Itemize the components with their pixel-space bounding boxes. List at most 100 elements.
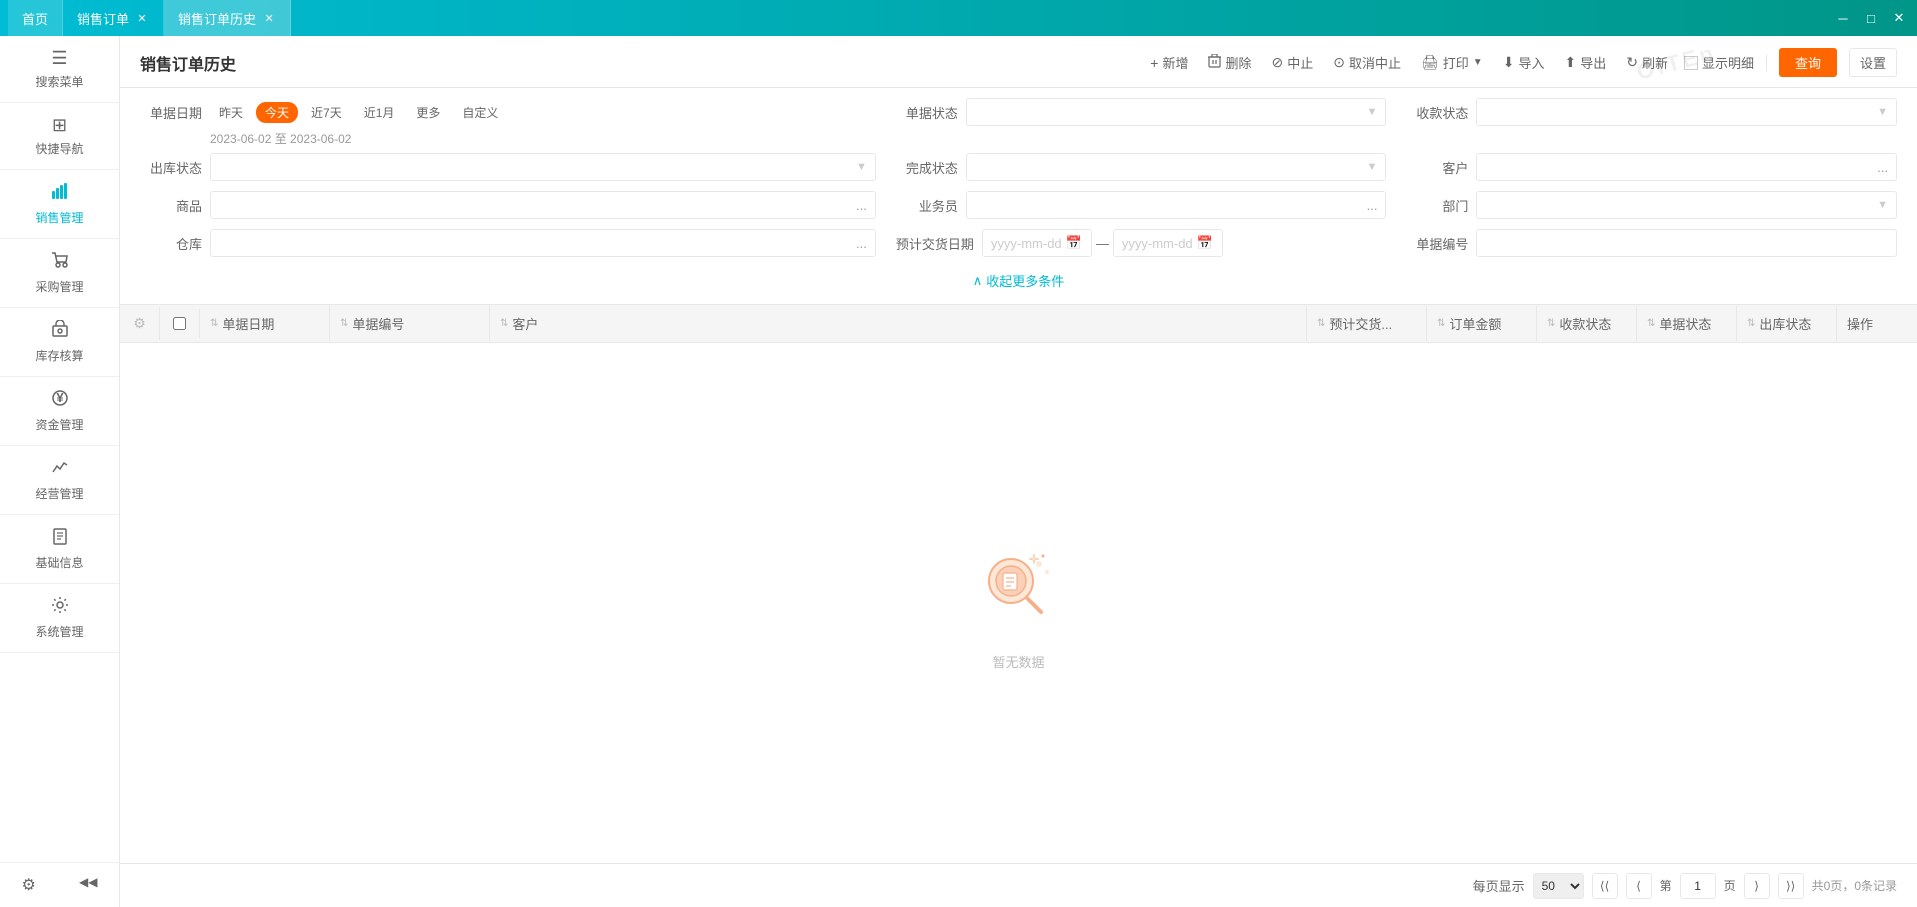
sales-order-history-tab-close[interactable]: ✕: [262, 11, 276, 25]
th-operation: 操作: [1837, 306, 1917, 341]
new-button[interactable]: + 新增: [1146, 53, 1192, 72]
department-select[interactable]: ▼: [1476, 191, 1897, 219]
sidebar-item-sys-mgmt[interactable]: 系统管理: [0, 584, 119, 653]
base-info-icon: [51, 527, 69, 550]
date-today-btn[interactable]: 今天: [256, 102, 298, 123]
first-page-button[interactable]: ⟨⟨: [1592, 873, 1618, 899]
filter-section-department: 部门 ▼: [1406, 191, 1897, 219]
sales-order-tab-close[interactable]: ✕: [135, 11, 149, 25]
collapse-more-conditions[interactable]: ∧ 收起更多条件: [140, 267, 1897, 294]
toolbar-divider: [1766, 55, 1767, 71]
import-button[interactable]: ⬇ 导入: [1499, 53, 1549, 72]
th-delivery-sort-icon[interactable]: ⇅: [1317, 318, 1325, 329]
date-custom-btn[interactable]: 自定义: [453, 102, 507, 123]
receipt-status-label: 收款状态: [1406, 103, 1476, 122]
date-more-btn[interactable]: 更多: [407, 102, 449, 123]
complete-status-label: 完成状态: [896, 158, 966, 177]
warehouse-status-select[interactable]: ▼: [210, 153, 876, 181]
sidebar-collapse-icon[interactable]: ◀◀: [79, 875, 97, 895]
salesperson-dots: ...: [1367, 198, 1378, 213]
sales-order-history-tab-label: 销售订单历史: [178, 9, 256, 28]
sidebar-item-inventory[interactable]: 库存核算: [0, 308, 119, 377]
window-close-icon[interactable]: ✕: [1889, 8, 1909, 28]
sidebar-item-base-info[interactable]: 基础信息: [0, 515, 119, 584]
window-minimize-icon[interactable]: ─: [1833, 8, 1853, 28]
settings-button[interactable]: 设置: [1849, 48, 1897, 77]
complete-status-select[interactable]: ▼: [966, 153, 1387, 181]
salesperson-input[interactable]: ...: [966, 191, 1387, 219]
query-button[interactable]: 查询: [1779, 48, 1837, 77]
stop-icon: ⊘: [1272, 54, 1284, 71]
sidebar-item-quick-nav[interactable]: ⊞ 快捷导航: [0, 103, 119, 170]
th-customer-label: 客户: [512, 314, 538, 333]
next-page-button[interactable]: ⟩: [1744, 873, 1770, 899]
delivery-date-to-input[interactable]: yyyy-mm-dd 📅: [1113, 229, 1223, 257]
th-status-sort-icon[interactable]: ⇅: [1647, 318, 1655, 329]
sidebar-item-capital[interactable]: ¥ 资金管理: [0, 377, 119, 446]
sys-mgmt-icon: [51, 596, 69, 619]
th-amount-sort-icon[interactable]: ⇅: [1437, 318, 1445, 329]
th-amount: ⇅ 订单金额: [1427, 306, 1537, 341]
warehouse-status-label: 出库状态: [140, 158, 210, 177]
total-records-info: 共0页，0条记录: [1812, 877, 1897, 894]
export-button[interactable]: ⬆ 导出: [1560, 53, 1610, 72]
display-columns-toggle[interactable]: 显示明细: [1684, 53, 1754, 72]
stop-button[interactable]: ⊘ 中止: [1268, 53, 1318, 72]
purchase-mgmt-icon: [51, 251, 69, 274]
th-checkbox[interactable]: [160, 309, 200, 338]
last-page-button[interactable]: ⟩⟩: [1778, 873, 1804, 899]
receipt-status-select[interactable]: ▼: [1476, 98, 1897, 126]
prev-page-button[interactable]: ⟨: [1626, 873, 1652, 899]
window-maximize-icon[interactable]: □: [1861, 8, 1881, 28]
date-last1m-btn[interactable]: 近1月: [355, 102, 404, 123]
doc-number-input[interactable]: [1476, 229, 1897, 257]
collapse-label: 收起更多条件: [986, 271, 1064, 290]
delivery-date-from-input[interactable]: yyyy-mm-dd 📅: [982, 229, 1092, 257]
filter-section-customer: 客户 ...: [1406, 153, 1897, 181]
product-input[interactable]: ...: [210, 191, 876, 219]
delivery-date-label: 预计交货日期: [896, 234, 982, 253]
th-gear[interactable]: ⚙: [120, 307, 160, 340]
per-page-select[interactable]: 50 10 20 100: [1533, 873, 1584, 899]
th-customer-sort-icon[interactable]: ⇅: [500, 318, 508, 329]
delete-button[interactable]: 删除: [1204, 53, 1255, 72]
th-order-sort-icon[interactable]: ⇅: [340, 318, 348, 329]
toolbar: + 新增 删除 ⊘ 中止 ⊙ 取消中止: [1146, 48, 1897, 77]
sidebar-item-sales-mgmt[interactable]: 销售管理: [0, 170, 119, 239]
th-receipt-sort-icon[interactable]: ⇅: [1547, 318, 1555, 329]
doc-status-select[interactable]: ▼: [966, 98, 1387, 126]
customer-input[interactable]: ...: [1476, 153, 1897, 181]
filter-row-1: 单据日期 昨天 今天 近7天 近1月 更多 自定义 单据状态: [140, 98, 1897, 126]
warehouse-input[interactable]: ...: [210, 229, 876, 257]
th-date-sort-icon[interactable]: ⇅: [210, 318, 218, 329]
import-label: 导入: [1518, 53, 1544, 72]
tab-sales-order-history[interactable]: 销售订单历史 ✕: [164, 0, 291, 36]
select-all-checkbox[interactable]: [173, 317, 186, 330]
capital-icon: ¥: [51, 389, 69, 412]
page-title: 销售订单历史: [140, 51, 236, 75]
sidebar-label-purchase-mgmt: 采购管理: [35, 278, 83, 295]
product-label: 商品: [140, 196, 210, 215]
cancel-stop-button[interactable]: ⊙ 取消中止: [1329, 53, 1405, 72]
th-status: ⇅ 单据状态: [1637, 306, 1737, 341]
sidebar-settings-icon[interactable]: ⚙: [22, 875, 36, 895]
th-warehouse: ⇅ 出库状态: [1737, 306, 1837, 341]
refresh-button[interactable]: ↻ 刷新: [1622, 53, 1672, 72]
display-columns-checkbox[interactable]: [1684, 56, 1698, 70]
sidebar-item-operations[interactable]: 经营管理: [0, 446, 119, 515]
print-button[interactable]: 🖨 打印 ▼: [1417, 53, 1487, 72]
tab-home[interactable]: 首页: [8, 0, 63, 36]
sidebar-item-search-menu[interactable]: ☰ 搜索菜单: [0, 36, 119, 103]
date-yesterday-btn[interactable]: 昨天: [210, 102, 252, 123]
sidebar-label-search-menu: 搜索菜单: [35, 73, 83, 90]
th-order-label: 单据编号: [352, 314, 404, 333]
receipt-status-arrow-icon: ▼: [1877, 106, 1888, 118]
th-warehouse-sort-icon[interactable]: ⇅: [1747, 318, 1755, 329]
refresh-label: 刷新: [1642, 53, 1668, 72]
sidebar-item-purchase-mgmt[interactable]: 采购管理: [0, 239, 119, 308]
gear-icon[interactable]: ⚙: [133, 315, 146, 332]
tab-sales-order[interactable]: 销售订单 ✕: [63, 0, 164, 36]
product-dots: ...: [856, 198, 867, 213]
page-number-input[interactable]: [1680, 873, 1716, 899]
date-last7-btn[interactable]: 近7天: [302, 102, 351, 123]
